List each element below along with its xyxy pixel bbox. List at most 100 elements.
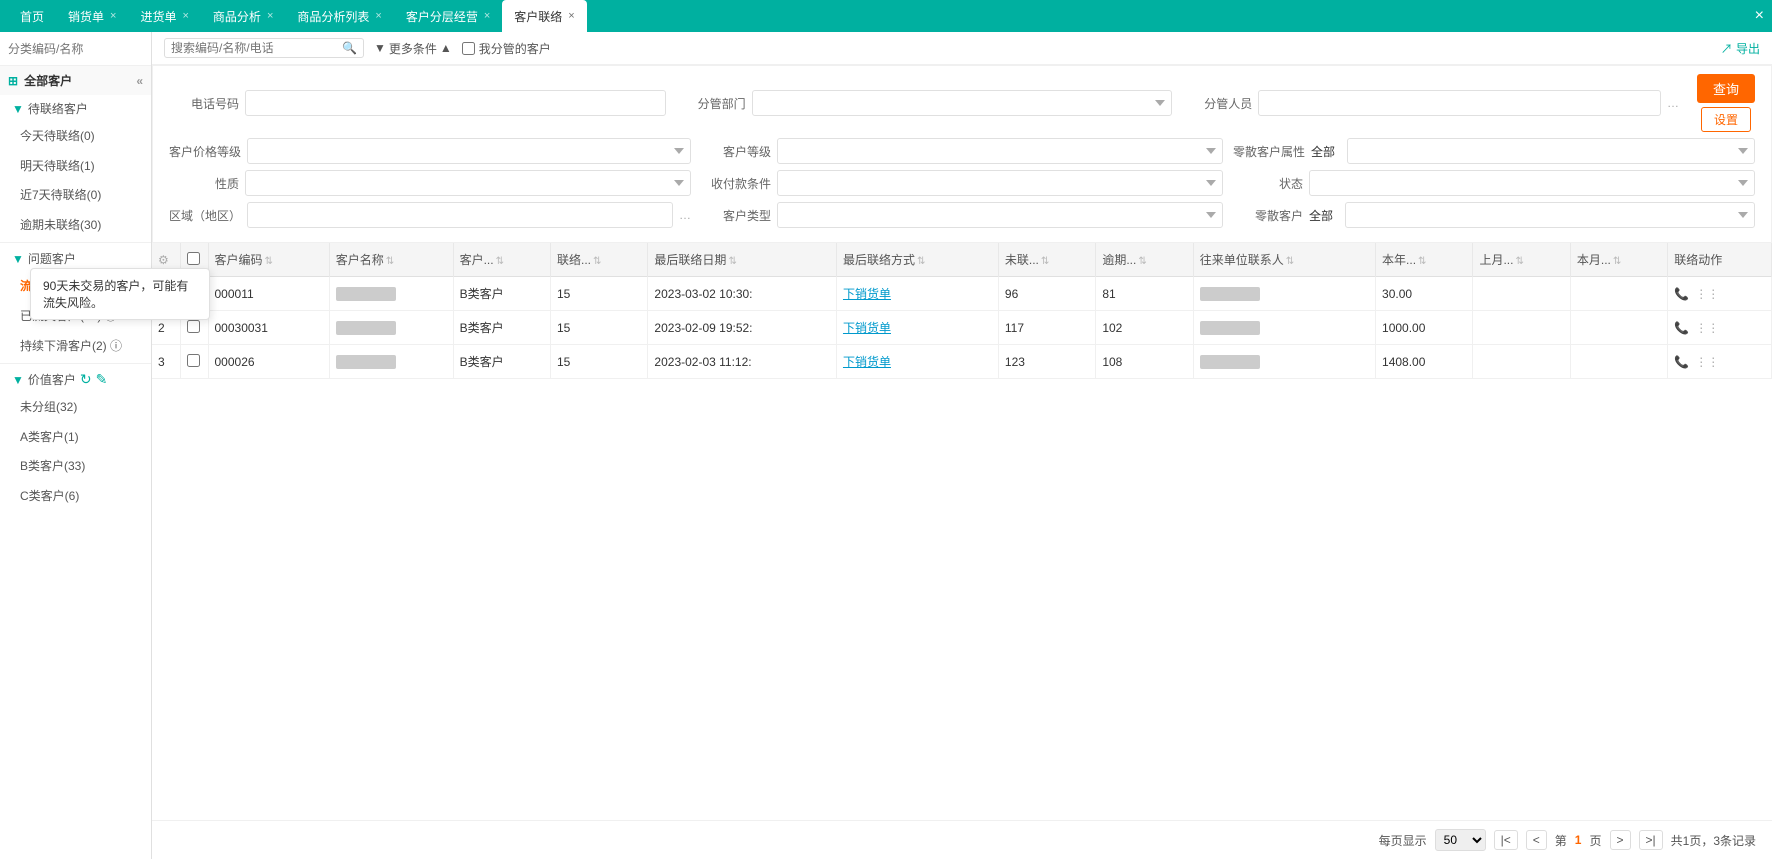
sort-unlisted-icon[interactable]: ⇅ [1041, 256, 1049, 267]
tab-purchase-order[interactable]: 进货单 × [128, 0, 200, 32]
query-button[interactable]: 查询 [1697, 74, 1755, 103]
sidebar-item-tomorrow-pending[interactable]: 明天待联络(1) [0, 152, 151, 182]
customer-type-select[interactable] [777, 202, 1223, 228]
tab-close-customer-contact[interactable]: × [568, 10, 574, 22]
tab-close-product-analysis-list[interactable]: × [375, 10, 381, 22]
region-more-icon[interactable]: … [679, 208, 691, 222]
sort-contact-count-icon[interactable]: ⇅ [593, 256, 601, 267]
row-checkbox-cell[interactable] [180, 345, 208, 379]
next-page-btn[interactable]: > [1610, 830, 1631, 850]
tab-close-customer-layering[interactable]: × [484, 10, 490, 22]
first-page-btn[interactable]: |< [1494, 830, 1518, 850]
filter-cell-price-level: 客户价格等级 [169, 138, 691, 164]
row-overdue: 108 [1096, 345, 1193, 379]
sidebar-item-declining-customers[interactable]: 持续下滑客户(2) ⓘ [0, 332, 151, 362]
sort-last-method-icon[interactable]: ⇅ [917, 256, 925, 267]
tab-close-purchase-order[interactable]: × [182, 10, 188, 22]
action-call-icon[interactable]: 📞 [1674, 287, 1689, 301]
customer-level-select[interactable] [777, 138, 1223, 164]
sort-name-icon[interactable]: ⇅ [386, 256, 394, 267]
zero-customer-select[interactable] [1345, 202, 1755, 228]
sort-last-date-icon[interactable]: ⇅ [728, 256, 736, 267]
sidebar-item-7day-pending[interactable]: 近7天待联络(0) [0, 181, 151, 211]
sort-code-icon[interactable]: ⇅ [265, 256, 273, 267]
collapse-icon: « [136, 74, 143, 88]
row-overdue: 81 [1096, 277, 1193, 311]
row-checkbox[interactable] [187, 354, 200, 367]
refresh-value-icon[interactable]: ↻ [80, 371, 92, 388]
last-page-btn[interactable]: >| [1639, 830, 1663, 850]
my-customers-checkbox[interactable] [462, 42, 475, 55]
table-header-row: ⚙ 客户编码⇅ 客户名称⇅ 客户...⇅ 联络...⇅ 最后联络日期⇅ 最后联络… [152, 243, 1772, 277]
phone-input[interactable] [245, 90, 666, 116]
manager-more-icon[interactable]: … [1667, 96, 1679, 110]
sidebar-item-ungrouped[interactable]: 未分组(32) [0, 393, 151, 423]
region-label: 区域（地区） [169, 207, 241, 224]
row-type: B类客户 [453, 277, 550, 311]
sidebar-item-overdue-pending[interactable]: 逾期未联络(30) [0, 211, 151, 241]
export-btn[interactable]: ↗ 导出 [1721, 40, 1760, 57]
window-close-icon[interactable]: × [1755, 7, 1764, 25]
more-conditions-btn[interactable]: ▼ 更多条件 ▲ [374, 40, 452, 57]
sidebar-group-value[interactable]: ▼ 价值客户 ↻ ✎ [0, 366, 151, 393]
sort-contact-person-icon[interactable]: ⇅ [1286, 256, 1294, 267]
sidebar-all-customers[interactable]: ⊞ 全部客户 « [0, 66, 151, 95]
payment-select[interactable] [777, 170, 1223, 196]
row-checkbox[interactable] [187, 320, 200, 333]
sort-last-month-icon[interactable]: ⇅ [1515, 256, 1523, 267]
action-call-icon[interactable]: 📞 [1674, 321, 1689, 335]
gender-select[interactable] [245, 170, 691, 196]
sidebar-item-c-customers[interactable]: C类客户(6) [0, 482, 151, 512]
tab-close-sales-order[interactable]: × [110, 10, 116, 22]
region-input[interactable] [247, 202, 673, 228]
table-row: 3 000026 B类客户 15 2023-02-03 11:12: 下销货单 … [152, 345, 1772, 379]
tab-customer-contact[interactable]: 客户联络 × [502, 0, 586, 32]
edit-value-icon[interactable]: ✎ [96, 371, 108, 388]
tab-product-analysis[interactable]: 商品分析 × [201, 0, 285, 32]
row-unlisted: 123 [998, 345, 1095, 379]
sort-type-icon[interactable]: ⇅ [496, 256, 504, 267]
action-more-icon[interactable]: ⋮⋮ [1695, 355, 1719, 369]
col-overdue: 逾期...⇅ [1096, 243, 1193, 277]
department-select[interactable] [752, 90, 1173, 116]
zero-attr-select[interactable] [1347, 138, 1755, 164]
tab-product-analysis-list[interactable]: 商品分析列表 × [285, 0, 393, 32]
manager-input[interactable] [1258, 90, 1661, 116]
row-type: B类客户 [453, 311, 550, 345]
page-suffix: 页 [1589, 832, 1601, 849]
sidebar-search-input[interactable] [8, 42, 152, 56]
filter-cell-customer-type: 客户类型 [701, 202, 1223, 228]
last-method-link[interactable]: 下销货单 [843, 321, 891, 335]
select-all-checkbox[interactable] [187, 252, 200, 265]
settings-button[interactable]: 设置 [1701, 107, 1751, 132]
price-level-select[interactable] [247, 138, 691, 164]
current-page: 1 [1575, 833, 1582, 847]
tab-close-product-analysis[interactable]: × [267, 10, 273, 22]
last-method-link[interactable]: 下销货单 [843, 355, 891, 369]
sidebar-item-b-customers[interactable]: B类客户(33) [0, 452, 151, 482]
prev-page-btn[interactable]: < [1526, 830, 1547, 850]
row-contact-count: 15 [551, 277, 648, 311]
tab-home[interactable]: 首页 [8, 0, 56, 32]
last-method-link[interactable]: 下销货单 [843, 287, 891, 301]
row-unlisted: 96 [998, 277, 1095, 311]
tab-customer-layering[interactable]: 客户分层经营 × [394, 0, 502, 32]
sidebar-item-a-customers[interactable]: A类客户(1) [0, 423, 151, 453]
zero-attr-label: 零散客户属性 [1233, 143, 1305, 160]
sidebar-group-pending[interactable]: ▼ 待联络客户 [0, 95, 151, 122]
status-select[interactable] [1309, 170, 1755, 196]
search-input[interactable] [171, 41, 342, 55]
row-unlisted: 117 [998, 311, 1095, 345]
sort-this-month-icon[interactable]: ⇅ [1613, 256, 1621, 267]
action-call-icon[interactable]: 📞 [1674, 355, 1689, 369]
per-page-select[interactable]: 50 100 200 [1435, 829, 1486, 851]
column-settings-icon[interactable]: ⚙ [158, 253, 169, 267]
sidebar-item-today-pending[interactable]: 今天待联络(0) [0, 122, 151, 152]
sort-this-year-icon[interactable]: ⇅ [1418, 256, 1426, 267]
filter-cell-region: 区域（地区） … [169, 202, 691, 228]
action-more-icon[interactable]: ⋮⋮ [1695, 321, 1719, 335]
tab-sales-order[interactable]: 销货单 × [56, 0, 128, 32]
tooltip-churn-risk: 90天未交易的客户，可能有流失风险。 [30, 268, 152, 320]
sort-overdue-icon[interactable]: ⇅ [1138, 256, 1146, 267]
action-more-icon[interactable]: ⋮⋮ [1695, 287, 1719, 301]
